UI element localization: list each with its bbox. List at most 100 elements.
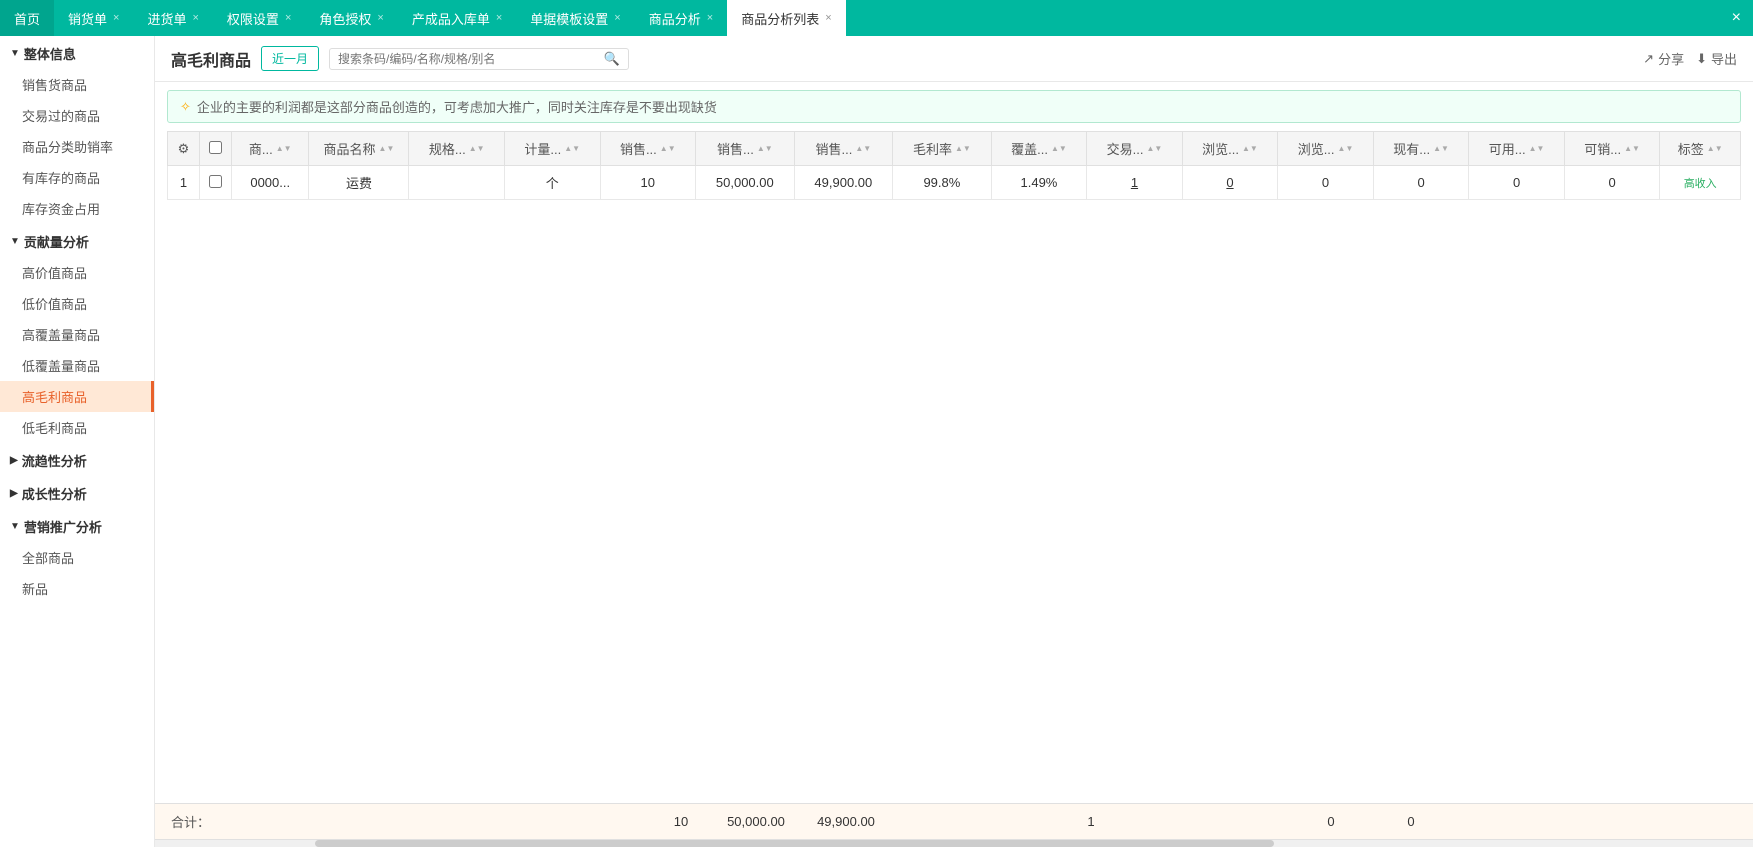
available-sort-icon: ▲▼	[1529, 145, 1545, 153]
col-current-stock[interactable]: 现有... ▲▼	[1373, 132, 1469, 166]
sidebar-item-new-goods[interactable]: 新品	[0, 573, 154, 604]
footer-label: 合计：	[171, 812, 231, 831]
close-template-tab[interactable]: ×	[614, 12, 620, 24]
col-available[interactable]: 可用... ▲▼	[1469, 132, 1565, 166]
close-all-tabs[interactable]: ×	[1720, 9, 1753, 27]
row-current-stock: 0	[1373, 166, 1469, 200]
page-title: 高毛利商品	[171, 47, 251, 71]
transaction-sort-icon: ▲▼	[1146, 145, 1162, 153]
row-sales-amount: 50,000.00	[696, 166, 795, 200]
search-box[interactable]: 🔍	[329, 48, 629, 70]
row-checkbox[interactable]	[200, 166, 232, 200]
table-wrapper[interactable]: ⚙ 商... ▲▼ 商品名称	[155, 131, 1753, 803]
sidebar-item-all-goods[interactable]: 全部商品	[0, 542, 154, 573]
row-name: 运费	[309, 166, 409, 200]
settings-icon[interactable]: ⚙	[178, 141, 190, 156]
row-browse1[interactable]: 0	[1182, 166, 1278, 200]
col-sales-amount[interactable]: 销售... ▲▼	[696, 132, 795, 166]
col-spec[interactable]: 规格... ▲▼	[409, 132, 505, 166]
col-tag[interactable]: 标签 ▲▼	[1660, 132, 1741, 166]
bottom-scrollbar[interactable]	[155, 839, 1753, 847]
nav-role[interactable]: 角色授权 ×	[305, 0, 397, 36]
sidebar-item-category-rate[interactable]: 商品分类助销率	[0, 131, 154, 162]
col-transaction[interactable]: 交易... ▲▼	[1087, 132, 1183, 166]
trend-arrow-icon: ▶	[10, 455, 18, 466]
col-sales-qty[interactable]: 销售... ▲▼	[600, 132, 696, 166]
row-transaction[interactable]: 1	[1087, 166, 1183, 200]
sidebar-item-low-value[interactable]: 低价值商品	[0, 288, 154, 319]
sidebar-item-high-margin[interactable]: 高毛利商品	[0, 381, 154, 412]
marketing-arrow-icon: ▼	[10, 521, 20, 532]
tip-bar: ✧ 企业的主要的利润都是这部分商品创造的，可考虑加大推广，同时关注库存是不要出现…	[167, 90, 1741, 123]
close-product-analysis-tab[interactable]: ×	[707, 12, 713, 24]
sales-cost-sort-icon: ▲▼	[855, 145, 871, 153]
code-sort-icon: ▲▼	[276, 145, 292, 153]
sidebar-item-in-stock[interactable]: 有库存的商品	[0, 162, 154, 193]
col-unit[interactable]: 计量... ▲▼	[504, 132, 600, 166]
close-product-analysis-list-tab[interactable]: ×	[825, 12, 831, 24]
nav-product-analysis-list[interactable]: 商品分析列表 ×	[727, 0, 845, 36]
row-code[interactable]: 0000...	[232, 166, 309, 200]
coverage-sort-icon: ▲▼	[1051, 145, 1067, 153]
col-sales-cost[interactable]: 销售... ▲▼	[794, 132, 893, 166]
col-coverage[interactable]: 覆盖... ▲▼	[991, 132, 1087, 166]
sidebar-item-high-value[interactable]: 高价值商品	[0, 257, 154, 288]
close-role-tab[interactable]: ×	[377, 12, 383, 24]
sidebar-group-marketing[interactable]: ▼ 营销推广分析	[0, 509, 154, 542]
sidebar-item-low-margin[interactable]: 低毛利商品	[0, 412, 154, 443]
nav-product-entry[interactable]: 产成品入库单 ×	[398, 0, 516, 36]
close-permission-tab[interactable]: ×	[285, 12, 291, 24]
browse2-sort-icon: ▲▼	[1338, 145, 1354, 153]
tip-icon: ✧	[180, 99, 191, 115]
sidebar-group-overall[interactable]: ▼ 整体信息	[0, 36, 154, 69]
nav-product-analysis[interactable]: 商品分析 ×	[635, 0, 727, 36]
col-browse1[interactable]: 浏览... ▲▼	[1182, 132, 1278, 166]
close-sales-tab[interactable]: ×	[113, 12, 119, 24]
col-code[interactable]: 商... ▲▼	[232, 132, 309, 166]
nav-permission[interactable]: 权限设置 ×	[213, 0, 305, 36]
sidebar-group-growth[interactable]: ▶ 成长性分析	[0, 476, 154, 509]
col-name[interactable]: 商品名称 ▲▼	[309, 132, 409, 166]
close-product-entry-tab[interactable]: ×	[496, 12, 502, 24]
nav-purchase[interactable]: 进货单 ×	[133, 0, 212, 36]
sidebar-item-sales-goods[interactable]: 销售货商品	[0, 69, 154, 100]
search-icon[interactable]: 🔍	[604, 51, 620, 67]
col-settings[interactable]: ⚙	[168, 132, 200, 166]
row-spec	[409, 166, 505, 200]
sidebar-group-contribution[interactable]: ▼ 贡献量分析	[0, 224, 154, 257]
sidebar-group-trend[interactable]: ▶ 流趋性分析	[0, 443, 154, 476]
filter-recent-month-button[interactable]: 近一月	[261, 46, 319, 71]
content-header: 高毛利商品 近一月 🔍 ↗ 分享 ⬇ 导出	[155, 36, 1753, 82]
col-sellable[interactable]: 可销... ▲▼	[1564, 132, 1660, 166]
sidebar-item-low-coverage[interactable]: 低覆盖量商品	[0, 350, 154, 381]
footer-current-stock: 0	[1291, 814, 1371, 829]
share-button[interactable]: ↗ 分享	[1643, 49, 1684, 68]
sidebar-item-traded-goods[interactable]: 交易过的商品	[0, 100, 154, 131]
tag-sort-icon: ▲▼	[1707, 145, 1723, 153]
export-icon: ⬇	[1696, 51, 1707, 67]
col-checkbox[interactable]	[200, 132, 232, 166]
col-browse2[interactable]: 浏览... ▲▼	[1278, 132, 1374, 166]
nav-template[interactable]: 单据模板设置 ×	[516, 0, 634, 36]
sidebar-item-high-coverage[interactable]: 高覆盖量商品	[0, 319, 154, 350]
row-seq: 1	[168, 166, 200, 200]
footer-sales-cost: 49,900.00	[801, 814, 891, 829]
sidebar-collapse-button[interactable]: «	[154, 422, 155, 462]
current-stock-sort-icon: ▲▼	[1433, 145, 1449, 153]
sidebar-item-stock-capital[interactable]: 库存资金占用	[0, 193, 154, 224]
contribution-arrow-icon: ▼	[10, 236, 20, 247]
export-button[interactable]: ⬇ 导出	[1696, 49, 1737, 68]
top-nav: 首页 销货单 × 进货单 × 权限设置 × 角色授权 × 产成品入库单 × 单据…	[0, 0, 1753, 36]
search-input[interactable]	[338, 52, 604, 66]
row-sales-cost: 49,900.00	[794, 166, 893, 200]
nav-sales[interactable]: 销货单 ×	[54, 0, 133, 36]
scrollbar-thumb	[315, 840, 1274, 847]
footer-sales-qty: 10	[651, 814, 711, 829]
spec-sort-icon: ▲▼	[469, 145, 485, 153]
col-gross-margin[interactable]: 毛利率 ▲▼	[893, 132, 992, 166]
close-purchase-tab[interactable]: ×	[192, 12, 198, 24]
nav-home[interactable]: 首页	[0, 0, 54, 36]
row-select-checkbox[interactable]	[209, 175, 222, 188]
select-all-checkbox[interactable]	[209, 141, 222, 154]
row-coverage: 1.49%	[991, 166, 1087, 200]
